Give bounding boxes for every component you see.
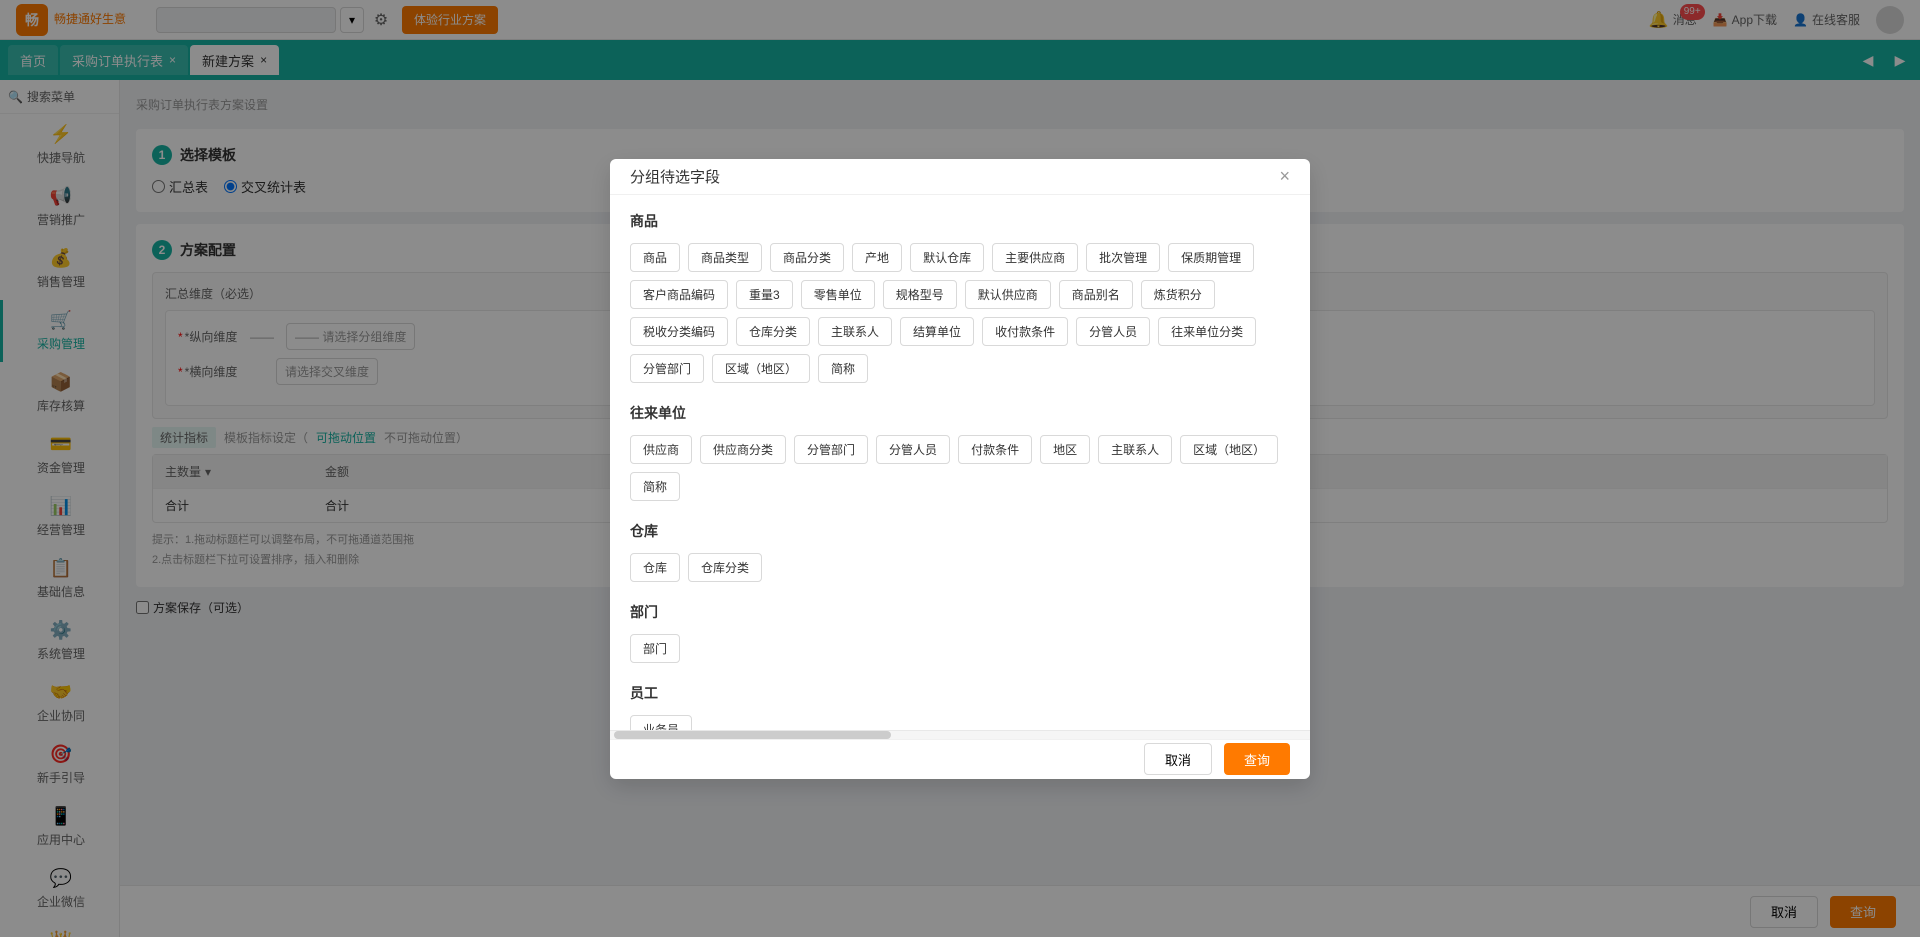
- field-group-employee-title: 员工: [630, 683, 1290, 703]
- field-tag-goods-16[interactable]: 仓库分类: [736, 317, 810, 346]
- field-tag-partner-5[interactable]: 地区: [1040, 435, 1090, 464]
- field-tag-goods-3[interactable]: 产地: [852, 243, 902, 272]
- field-tag-goods-20[interactable]: 分管人员: [1076, 317, 1150, 346]
- field-tag-goods-23[interactable]: 区域（地区）: [712, 354, 810, 383]
- field-tag-goods-4[interactable]: 默认仓库: [910, 243, 984, 272]
- field-tag-goods-11[interactable]: 规格型号: [883, 280, 957, 309]
- field-group-department-title: 部门: [630, 602, 1290, 622]
- field-tag-goods-21[interactable]: 往来单位分类: [1158, 317, 1256, 346]
- modal-dialog: 分组待选字段 × 商品 商品 商品类型 商品分类 产地 默认仓库 主要供应商 批…: [610, 159, 1310, 779]
- field-tags-partner: 供应商 供应商分类 分管部门 分管人员 付款条件 地区 主联系人 区域（地区） …: [630, 435, 1290, 501]
- field-tag-goods-9[interactable]: 重量3: [736, 280, 793, 309]
- field-group-department: 部门 部门: [630, 602, 1290, 663]
- field-tag-warehouse-1[interactable]: 仓库分类: [688, 553, 762, 582]
- field-tag-goods-17[interactable]: 主联系人: [818, 317, 892, 346]
- field-tag-goods-13[interactable]: 商品别名: [1059, 280, 1133, 309]
- field-tag-goods-12[interactable]: 默认供应商: [965, 280, 1051, 309]
- field-tag-goods-8[interactable]: 客户商品编码: [630, 280, 728, 309]
- field-tag-goods-6[interactable]: 批次管理: [1086, 243, 1160, 272]
- field-tag-goods-18[interactable]: 结算单位: [900, 317, 974, 346]
- field-tag-goods-1[interactable]: 商品类型: [688, 243, 762, 272]
- field-group-employee: 员工 业务员: [630, 683, 1290, 731]
- field-group-goods-title: 商品: [630, 211, 1290, 231]
- field-tag-warehouse-0[interactable]: 仓库: [630, 553, 680, 582]
- field-tag-partner-4[interactable]: 付款条件: [958, 435, 1032, 464]
- field-tag-goods-15[interactable]: 税收分类编码: [630, 317, 728, 346]
- modal-footer: 取消 查询: [610, 739, 1310, 778]
- field-tag-goods-19[interactable]: 收付款条件: [982, 317, 1068, 346]
- field-group-goods: 商品 商品 商品类型 商品分类 产地 默认仓库 主要供应商 批次管理 保质期管理…: [630, 211, 1290, 383]
- field-tag-partner-0[interactable]: 供应商: [630, 435, 692, 464]
- field-group-warehouse: 仓库 仓库 仓库分类: [630, 521, 1290, 582]
- modal-cancel-btn[interactable]: 取消: [1144, 743, 1212, 775]
- field-tag-partner-1[interactable]: 供应商分类: [700, 435, 786, 464]
- field-tag-partner-3[interactable]: 分管人员: [876, 435, 950, 464]
- field-tag-goods-5[interactable]: 主要供应商: [992, 243, 1078, 272]
- field-tag-department-0[interactable]: 部门: [630, 634, 680, 663]
- modal-header: 分组待选字段 ×: [610, 159, 1310, 195]
- field-tag-partner-6[interactable]: 主联系人: [1098, 435, 1172, 464]
- field-tag-goods-14[interactable]: 炼货积分: [1141, 280, 1215, 309]
- field-tag-goods-10[interactable]: 零售单位: [801, 280, 875, 309]
- field-tag-goods-24[interactable]: 简称: [818, 354, 868, 383]
- modal-confirm-btn[interactable]: 查询: [1224, 743, 1290, 775]
- modal-hscroll[interactable]: [610, 730, 1310, 739]
- modal-hscroll-thumb: [614, 731, 891, 739]
- field-tags-department: 部门: [630, 634, 1290, 663]
- field-tag-partner-2[interactable]: 分管部门: [794, 435, 868, 464]
- field-tag-goods-0[interactable]: 商品: [630, 243, 680, 272]
- modal-close-btn[interactable]: ×: [1279, 166, 1290, 187]
- field-tag-goods-2[interactable]: 商品分类: [770, 243, 844, 272]
- field-tag-goods-22[interactable]: 分管部门: [630, 354, 704, 383]
- field-group-partner: 往来单位 供应商 供应商分类 分管部门 分管人员 付款条件 地区 主联系人 区域…: [630, 403, 1290, 501]
- modal-title: 分组待选字段: [630, 166, 720, 187]
- field-tags-warehouse: 仓库 仓库分类: [630, 553, 1290, 582]
- field-group-warehouse-title: 仓库: [630, 521, 1290, 541]
- modal-overlay: 分组待选字段 × 商品 商品 商品类型 商品分类 产地 默认仓库 主要供应商 批…: [0, 0, 1920, 937]
- field-tags-goods: 商品 商品类型 商品分类 产地 默认仓库 主要供应商 批次管理 保质期管理 客户…: [630, 243, 1290, 383]
- field-tag-employee-0[interactable]: 业务员: [630, 715, 692, 731]
- field-tag-goods-7[interactable]: 保质期管理: [1168, 243, 1254, 272]
- modal-body: 商品 商品 商品类型 商品分类 产地 默认仓库 主要供应商 批次管理 保质期管理…: [610, 195, 1310, 731]
- field-tag-partner-8[interactable]: 简称: [630, 472, 680, 501]
- field-tags-employee: 业务员: [630, 715, 1290, 731]
- field-tag-partner-7[interactable]: 区域（地区）: [1180, 435, 1278, 464]
- field-group-partner-title: 往来单位: [630, 403, 1290, 423]
